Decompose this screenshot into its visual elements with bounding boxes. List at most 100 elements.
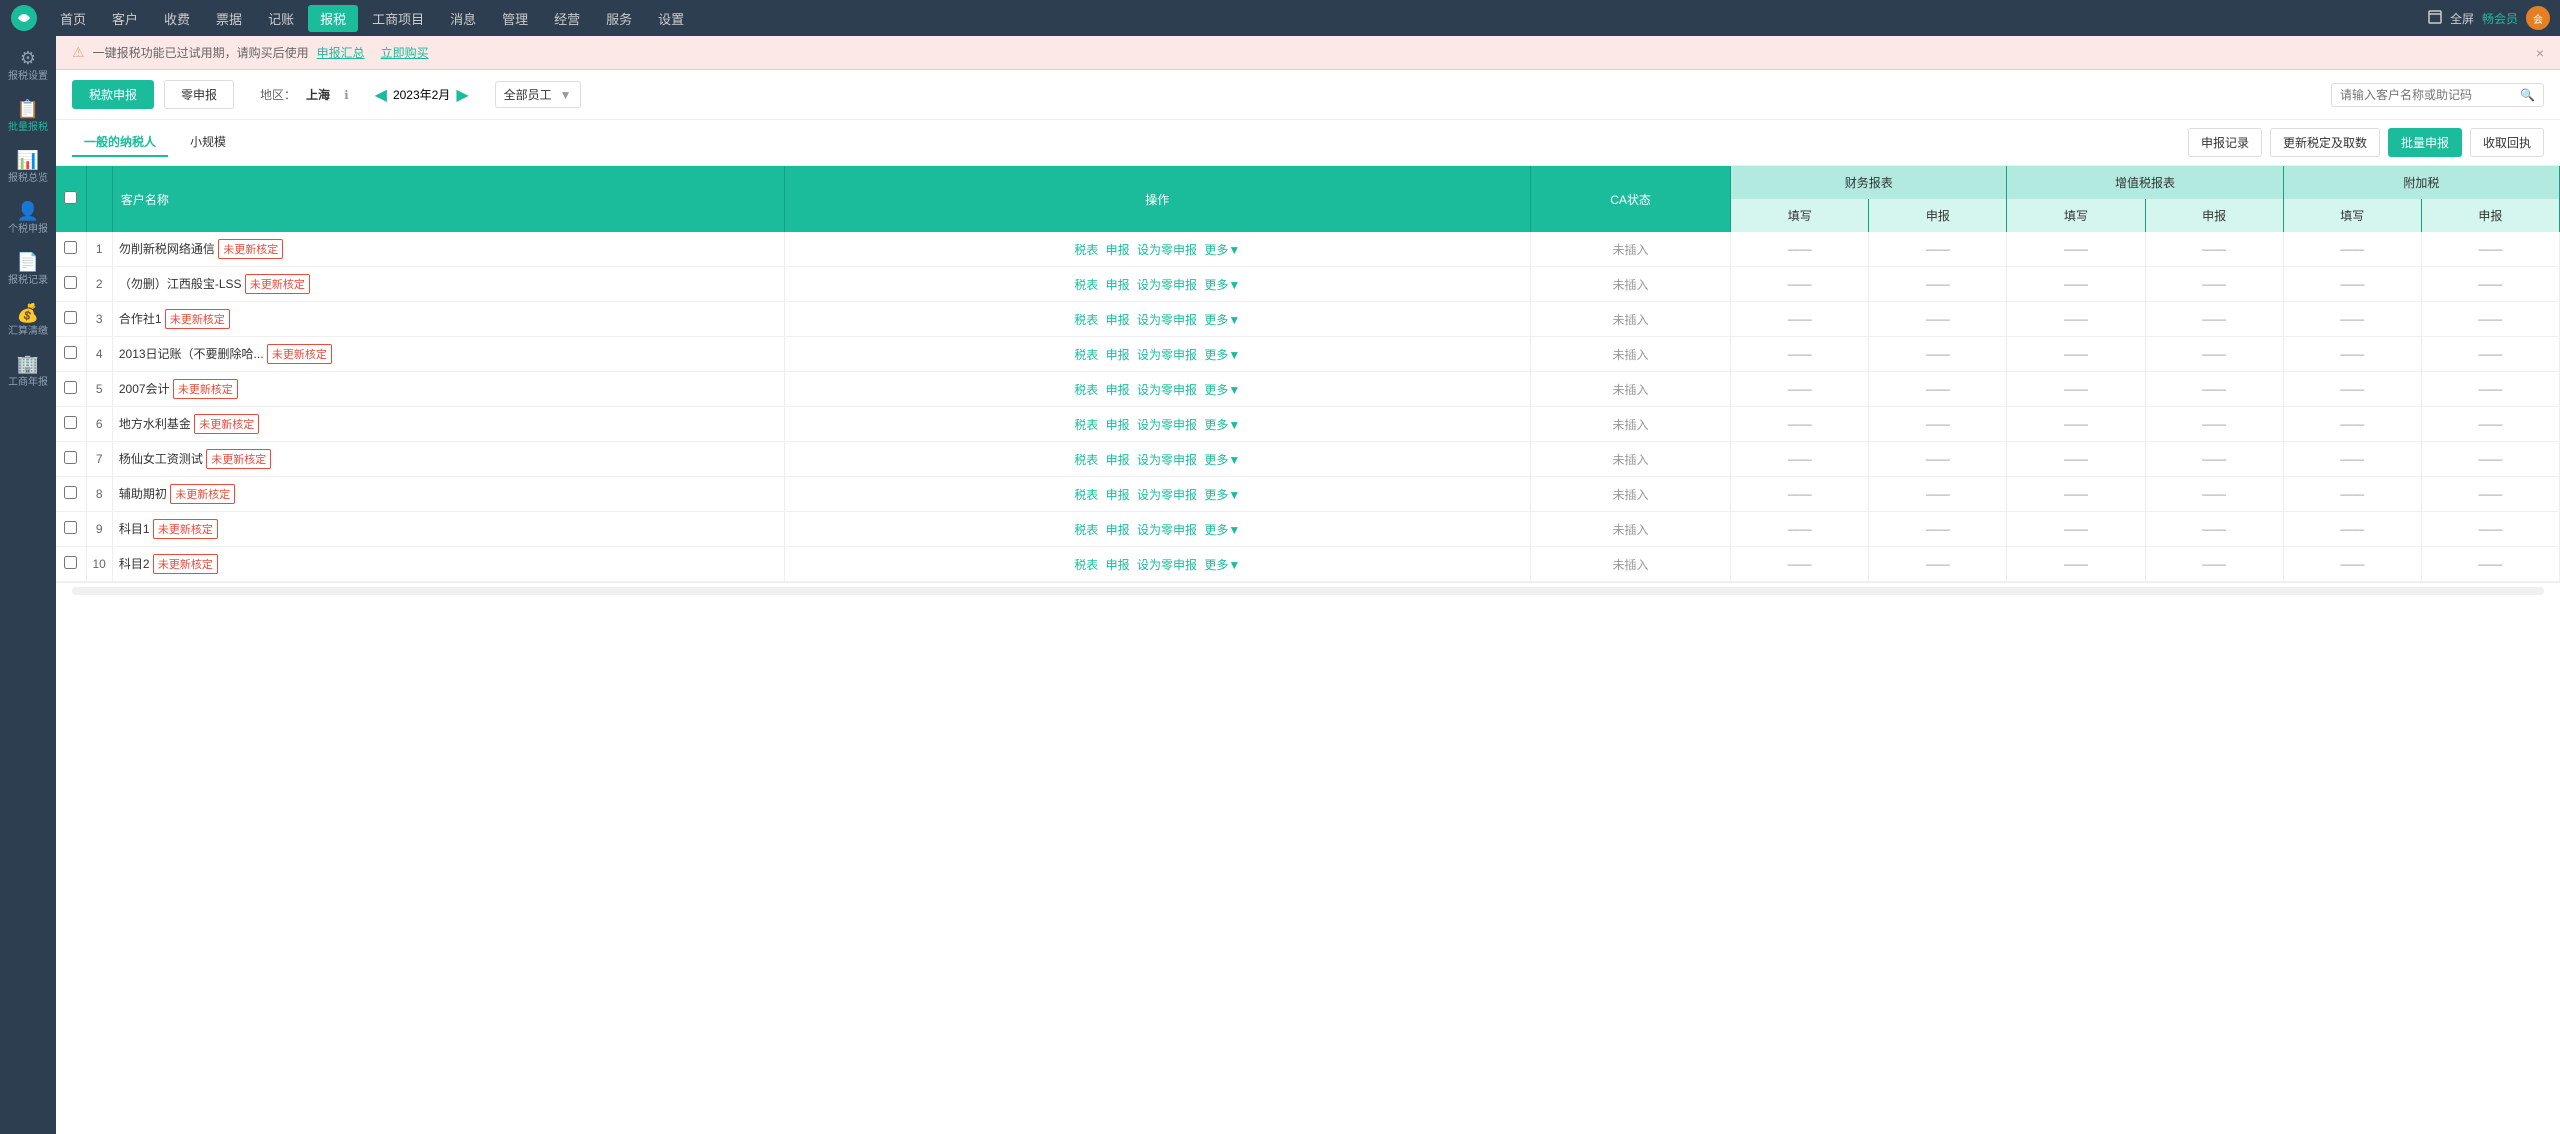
op-taxform-9[interactable]: 税表 bbox=[1074, 558, 1098, 572]
op-taxform-6[interactable]: 税表 bbox=[1074, 453, 1098, 467]
notice-link-buy[interactable]: 立即购买 bbox=[381, 44, 429, 61]
row-fin-fill-1: —— bbox=[1731, 267, 1869, 302]
sidebar-item-batch-tax[interactable]: 📋 批量报税 bbox=[0, 91, 56, 142]
op-zero-6[interactable]: 设为零申报 bbox=[1137, 453, 1197, 467]
search-icon[interactable]: 🔍 bbox=[2520, 88, 2535, 102]
row-checkbox-cell bbox=[56, 372, 86, 407]
select-all-checkbox[interactable] bbox=[64, 191, 77, 204]
search-input[interactable] bbox=[2340, 88, 2520, 102]
notice-close-button[interactable]: × bbox=[2536, 45, 2544, 61]
op-zero-7[interactable]: 设为零申报 bbox=[1137, 488, 1197, 502]
row-checkbox-9[interactable] bbox=[64, 556, 77, 569]
nav-settings[interactable]: 设置 bbox=[646, 5, 696, 32]
shougui-button[interactable]: 收取回执 bbox=[2470, 128, 2544, 157]
op-taxform-7[interactable]: 税表 bbox=[1074, 488, 1098, 502]
op-zero-0[interactable]: 设为零申报 bbox=[1137, 243, 1197, 257]
nav-billing[interactable]: 收费 bbox=[152, 5, 202, 32]
op-taxform-5[interactable]: 税表 bbox=[1074, 418, 1098, 432]
op-zero-5[interactable]: 设为零申报 bbox=[1137, 418, 1197, 432]
op-taxform-2[interactable]: 税表 bbox=[1074, 313, 1098, 327]
row-checkbox-1[interactable] bbox=[64, 276, 77, 289]
op-more-0[interactable]: 更多▼ bbox=[1204, 243, 1240, 257]
nav-service[interactable]: 服务 bbox=[594, 5, 644, 32]
row-checkbox-5[interactable] bbox=[64, 416, 77, 429]
date-next-button[interactable]: ▶ bbox=[456, 85, 468, 105]
table-row: 6 地方水利基金 未更新核定 税表 申报 设为零申报 更多▼ 未插入 —— ——… bbox=[56, 407, 2560, 442]
op-declare-4[interactable]: 申报 bbox=[1106, 383, 1130, 397]
sidebar-item-tax-overview[interactable]: 📊 报税总览 bbox=[0, 142, 56, 193]
op-declare-8[interactable]: 申报 bbox=[1106, 523, 1130, 537]
op-declare-9[interactable]: 申报 bbox=[1106, 558, 1130, 572]
region-label: 地区： bbox=[260, 86, 296, 103]
row-checkbox-7[interactable] bbox=[64, 486, 77, 499]
op-declare-3[interactable]: 申报 bbox=[1106, 348, 1130, 362]
op-more-1[interactable]: 更多▼ bbox=[1204, 278, 1240, 292]
row-checkbox-6[interactable] bbox=[64, 451, 77, 464]
op-more-7[interactable]: 更多▼ bbox=[1204, 488, 1240, 502]
sidebar-item-annual-report[interactable]: 🏢 工商年报 bbox=[0, 346, 56, 397]
op-zero-3[interactable]: 设为零申报 bbox=[1137, 348, 1197, 362]
nav-invoice[interactable]: 票据 bbox=[204, 5, 254, 32]
shenbaojilu-button[interactable]: 申报记录 bbox=[2188, 128, 2262, 157]
sidebar-item-tax-records[interactable]: 📄 报税记录 bbox=[0, 244, 56, 295]
nav-operation[interactable]: 经营 bbox=[542, 5, 592, 32]
tab-small-scale[interactable]: 小规模 bbox=[178, 128, 238, 157]
table-row: 8 辅助期初 未更新核定 税表 申报 设为零申报 更多▼ 未插入 —— —— —… bbox=[56, 477, 2560, 512]
op-taxform-4[interactable]: 税表 bbox=[1074, 383, 1098, 397]
tab-zero-declaration[interactable]: 零申报 bbox=[164, 80, 234, 109]
notice-link-summary[interactable]: 申报汇总 bbox=[317, 44, 365, 61]
op-declare-1[interactable]: 申报 bbox=[1106, 278, 1130, 292]
row-checkbox-0[interactable] bbox=[64, 241, 77, 254]
tab-general-taxpayer[interactable]: 一般的纳税人 bbox=[72, 128, 168, 157]
sidebar-item-annual-settlement[interactable]: 💰 汇算清缴 bbox=[0, 295, 56, 346]
op-more-4[interactable]: 更多▼ bbox=[1204, 383, 1240, 397]
tab-tax-declaration[interactable]: 税款申报 bbox=[72, 80, 154, 109]
op-zero-8[interactable]: 设为零申报 bbox=[1137, 523, 1197, 537]
op-zero-4[interactable]: 设为零申报 bbox=[1137, 383, 1197, 397]
nav-business[interactable]: 工商项目 bbox=[360, 5, 436, 32]
row-checkbox-cell bbox=[56, 267, 86, 302]
row-checkbox-4[interactable] bbox=[64, 381, 77, 394]
staff-selector[interactable]: 全部员工 ▼ bbox=[495, 81, 581, 108]
op-more-5[interactable]: 更多▼ bbox=[1204, 418, 1240, 432]
nav-message[interactable]: 消息 bbox=[438, 5, 488, 32]
op-zero-2[interactable]: 设为零申报 bbox=[1137, 313, 1197, 327]
sidebar-item-tax-settings[interactable]: ⚙ 报税设置 bbox=[0, 40, 56, 91]
op-zero-9[interactable]: 设为零申报 bbox=[1137, 558, 1197, 572]
op-declare-7[interactable]: 申报 bbox=[1106, 488, 1130, 502]
user-avatar[interactable]: 会 bbox=[2526, 6, 2550, 30]
table-row: 1 勿削新税网络通信 未更新核定 税表 申报 设为零申报 更多▼ 未插入 —— … bbox=[56, 232, 2560, 267]
op-more-8[interactable]: 更多▼ bbox=[1204, 523, 1240, 537]
gengxin-button[interactable]: 更新税定及取数 bbox=[2270, 128, 2380, 157]
fullscreen-label[interactable]: 全屏 bbox=[2450, 10, 2474, 27]
nav-management[interactable]: 管理 bbox=[490, 5, 540, 32]
nav-home[interactable]: 首页 bbox=[48, 5, 98, 32]
fullscreen-btn[interactable] bbox=[2428, 10, 2442, 27]
nav-tax[interactable]: 报税 bbox=[308, 5, 358, 32]
op-more-9[interactable]: 更多▼ bbox=[1204, 558, 1240, 572]
nav-bookkeeping[interactable]: 记账 bbox=[256, 5, 306, 32]
op-declare-2[interactable]: 申报 bbox=[1106, 313, 1130, 327]
row-checkbox-2[interactable] bbox=[64, 311, 77, 324]
op-declare-5[interactable]: 申报 bbox=[1106, 418, 1130, 432]
piliang-button[interactable]: 批量申报 bbox=[2388, 128, 2462, 157]
row-index-4: 5 bbox=[86, 372, 112, 407]
region-info-icon[interactable]: ℹ bbox=[344, 88, 349, 102]
op-taxform-0[interactable]: 税表 bbox=[1074, 243, 1098, 257]
sidebar-item-personal-tax[interactable]: 👤 个税申报 bbox=[0, 193, 56, 244]
row-checkbox-8[interactable] bbox=[64, 521, 77, 534]
date-prev-button[interactable]: ◀ bbox=[375, 85, 387, 105]
op-taxform-3[interactable]: 税表 bbox=[1074, 348, 1098, 362]
op-declare-0[interactable]: 申报 bbox=[1106, 243, 1130, 257]
op-more-6[interactable]: 更多▼ bbox=[1204, 453, 1240, 467]
row-checkbox-cell bbox=[56, 302, 86, 337]
op-taxform-8[interactable]: 税表 bbox=[1074, 523, 1098, 537]
op-more-2[interactable]: 更多▼ bbox=[1204, 313, 1240, 327]
upgrade-label[interactable]: 畅会员 bbox=[2482, 10, 2518, 27]
op-more-3[interactable]: 更多▼ bbox=[1204, 348, 1240, 362]
nav-customer[interactable]: 客户 bbox=[100, 5, 150, 32]
op-zero-1[interactable]: 设为零申报 bbox=[1137, 278, 1197, 292]
op-taxform-1[interactable]: 税表 bbox=[1074, 278, 1098, 292]
op-declare-6[interactable]: 申报 bbox=[1106, 453, 1130, 467]
row-checkbox-3[interactable] bbox=[64, 346, 77, 359]
